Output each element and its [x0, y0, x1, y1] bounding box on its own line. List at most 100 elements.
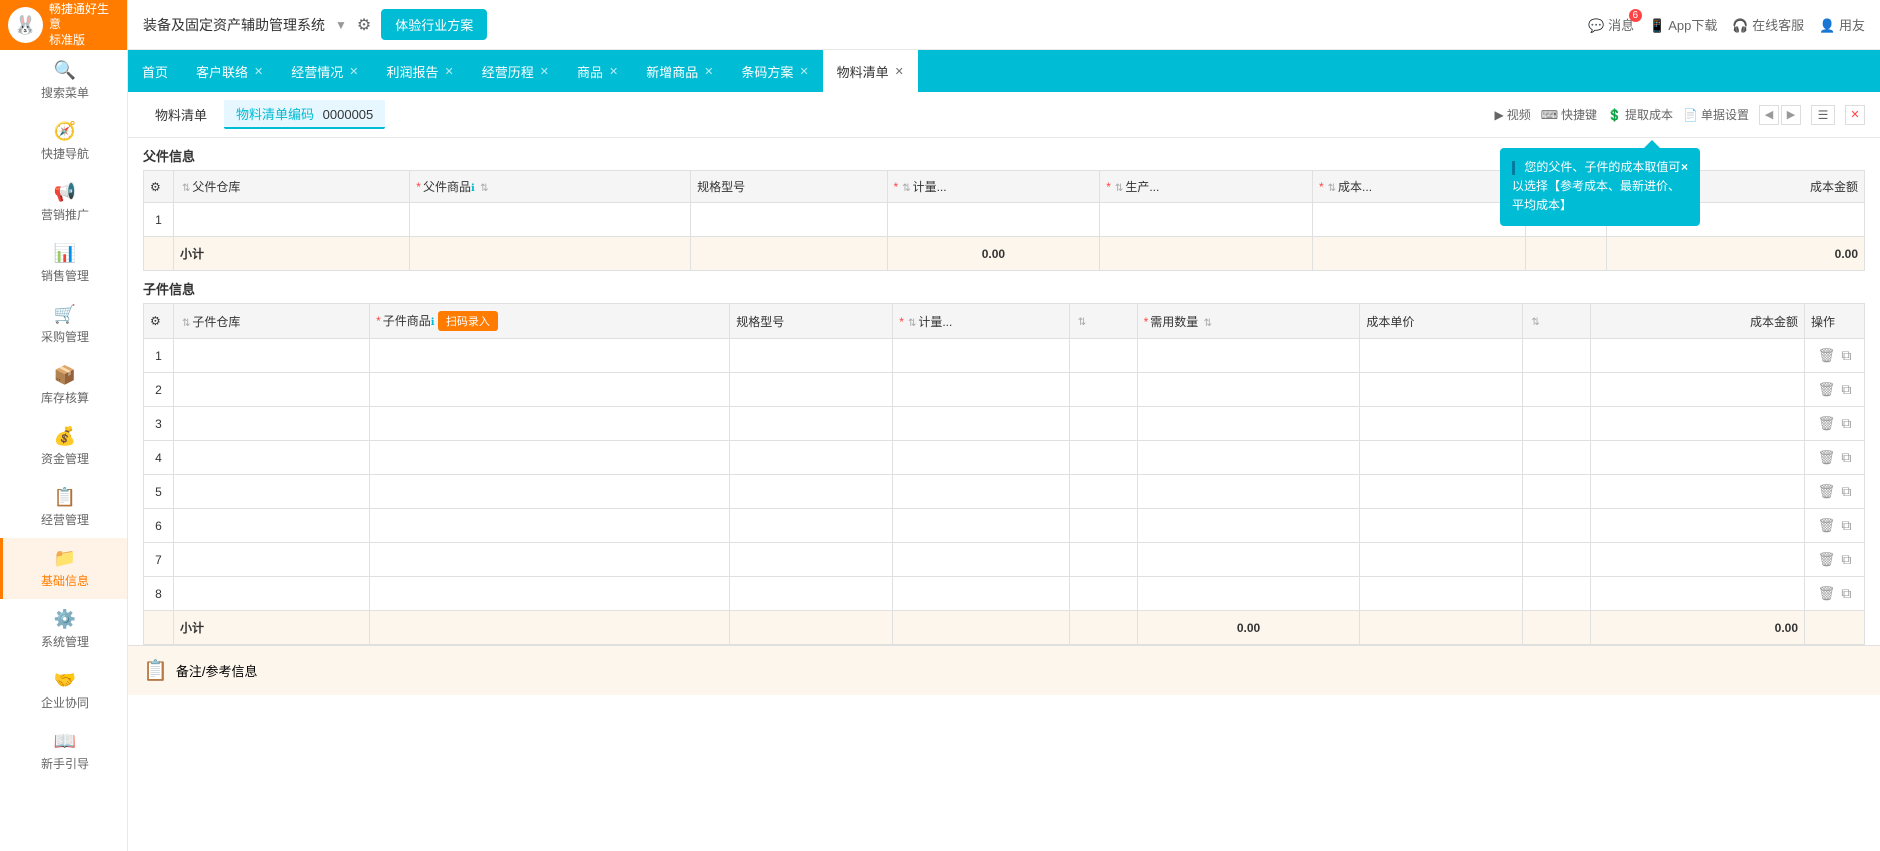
sidebar-item-basic[interactable]: 📁基础信息 — [0, 538, 127, 599]
delete-icon-2[interactable]: 🗑 — [1818, 381, 1836, 398]
child-row-5-warehouse[interactable] — [174, 475, 370, 509]
sidebar-item-inventory[interactable]: 📦库存核算 — [0, 355, 127, 416]
delete-icon-4[interactable]: 🗑 — [1818, 449, 1836, 466]
try-button[interactable]: 体验行业方案 — [381, 9, 487, 40]
child-row-2-qty[interactable] — [1137, 373, 1360, 407]
child-row-2-unit-cost[interactable] — [1360, 373, 1523, 407]
child-row-6-goods[interactable] — [370, 509, 730, 543]
child-row-6-qty[interactable] — [1137, 509, 1360, 543]
child-row-3-qty[interactable] — [1137, 407, 1360, 441]
child-row-4-unit-cost[interactable] — [1360, 441, 1523, 475]
child-row-7-goods[interactable] — [370, 543, 730, 577]
delete-icon-8[interactable]: 🗑 — [1818, 585, 1836, 602]
child-row-7-warehouse[interactable] — [174, 543, 370, 577]
close-tab-operations[interactable]: ✕ — [349, 65, 358, 78]
child-row-1-spec[interactable] — [730, 339, 893, 373]
child-row-2-spec[interactable] — [730, 373, 893, 407]
close-tab-profit[interactable]: ✕ — [445, 65, 454, 78]
delete-icon-7[interactable]: 🗑 — [1818, 551, 1836, 568]
child-row-7-qty[interactable] — [1137, 543, 1360, 577]
child-row-5-goods[interactable] — [370, 475, 730, 509]
copy-icon-7[interactable]: ⧉ — [1841, 551, 1851, 568]
child-row-4-spec[interactable] — [730, 441, 893, 475]
child-row-6-warehouse[interactable] — [174, 509, 370, 543]
nav-tab-profit[interactable]: 利润报告✕ — [372, 50, 467, 92]
parent-row-1-warehouse[interactable] — [174, 203, 410, 237]
child-row-6-unit[interactable] — [893, 509, 1070, 543]
parent-row-1-spec[interactable] — [691, 203, 887, 237]
child-row-8-warehouse[interactable] — [174, 577, 370, 611]
parent-row-1-cost[interactable] — [1312, 203, 1525, 237]
messages-btn[interactable]: 💬 6 消息 — [1588, 15, 1634, 34]
close-tab-customers[interactable]: ✕ — [254, 65, 263, 78]
child-row-5-qty[interactable] — [1137, 475, 1360, 509]
copy-icon-2[interactable]: ⧉ — [1841, 381, 1851, 398]
copy-icon-8[interactable]: ⧉ — [1841, 585, 1851, 602]
child-row-2-warehouse[interactable] — [174, 373, 370, 407]
nav-tab-barcode[interactable]: 条码方案✕ — [727, 50, 822, 92]
prev-arrow[interactable]: ◀ — [1759, 105, 1779, 125]
child-row-4-goods[interactable] — [370, 441, 730, 475]
parent-row-1-goods[interactable] — [410, 203, 691, 237]
child-settings-gear-icon[interactable]: ⚙ — [150, 314, 161, 328]
close-tab-history[interactable]: ✕ — [540, 65, 549, 78]
close-tab-btn[interactable]: ✕ — [1845, 105, 1865, 125]
child-row-5-unit-cost[interactable] — [1360, 475, 1523, 509]
shortcut-btn[interactable]: ⌨ 快捷键 — [1541, 106, 1597, 123]
parent-row-1-unit[interactable] — [887, 203, 1100, 237]
child-row-3-unit-cost[interactable] — [1360, 407, 1523, 441]
delete-icon-5[interactable]: 🗑 — [1818, 483, 1836, 500]
delete-icon-3[interactable]: 🗑 — [1818, 415, 1836, 432]
online-service-btn[interactable]: 🎧 在线客服 — [1732, 15, 1804, 34]
close-tab-new-goods[interactable]: ✕ — [704, 65, 713, 78]
child-row-3-goods[interactable] — [370, 407, 730, 441]
delete-icon-1[interactable]: 🗑 — [1818, 347, 1836, 364]
child-row-2-unit[interactable] — [893, 373, 1070, 407]
child-row-7-unit[interactable] — [893, 543, 1070, 577]
child-row-3-spec[interactable] — [730, 407, 893, 441]
sidebar-item-operations[interactable]: 📋经营管理 — [0, 477, 127, 538]
copy-icon-4[interactable]: ⧉ — [1841, 449, 1851, 466]
child-row-3-unit[interactable] — [893, 407, 1070, 441]
close-tab-goods[interactable]: ✕ — [609, 65, 618, 78]
child-row-2-goods[interactable] — [370, 373, 730, 407]
child-row-7-unit-cost[interactable] — [1360, 543, 1523, 577]
copy-icon-1[interactable]: ⧉ — [1841, 347, 1851, 364]
sidebar-item-quick-nav[interactable]: 🧭快捷导航 — [0, 111, 127, 172]
sidebar-item-sales[interactable]: 📊销售管理 — [0, 233, 127, 294]
app-download-btn[interactable]: 📱 App下载 — [1649, 15, 1717, 34]
single-settings-btn[interactable]: 📄 单据设置 — [1683, 106, 1749, 123]
child-row-5-spec[interactable] — [730, 475, 893, 509]
sidebar-item-marketing[interactable]: 📢营销推广 — [0, 172, 127, 233]
sidebar-item-system[interactable]: ⚙️系统管理 — [0, 599, 127, 660]
child-row-3-warehouse[interactable] — [174, 407, 370, 441]
child-row-1-qty[interactable] — [1137, 339, 1360, 373]
child-row-4-qty[interactable] — [1137, 441, 1360, 475]
child-row-1-goods[interactable] — [370, 339, 730, 373]
tab-bom-code[interactable]: 物料清单编码 0000005 — [224, 100, 385, 129]
next-arrow[interactable]: ▶ — [1781, 105, 1801, 125]
system-dropdown-icon[interactable]: ▼ — [335, 18, 347, 32]
sidebar-item-guide[interactable]: 📖新手引导 — [0, 721, 127, 782]
view-btn[interactable]: ▶ 视频 — [1494, 106, 1530, 123]
sidebar-item-search[interactable]: 🔍搜索菜单 — [0, 50, 127, 111]
close-tab-barcode[interactable]: ✕ — [799, 65, 808, 78]
delete-icon-6[interactable]: 🗑 — [1818, 517, 1836, 534]
child-row-8-qty[interactable] — [1137, 577, 1360, 611]
user-avatar[interactable]: 👤 用友 — [1819, 15, 1865, 34]
child-row-8-unit[interactable] — [893, 577, 1070, 611]
child-row-8-goods[interactable] — [370, 577, 730, 611]
child-row-8-spec[interactable] — [730, 577, 893, 611]
child-row-5-unit[interactable] — [893, 475, 1070, 509]
child-row-4-warehouse[interactable] — [174, 441, 370, 475]
menu-view-btn[interactable]: ☰ — [1811, 105, 1835, 125]
cost-btn[interactable]: 💲 提取成本 — [1607, 106, 1673, 123]
scan-button[interactable]: 扫码录入 — [438, 311, 498, 331]
nav-tab-home[interactable]: 首页 — [128, 50, 182, 92]
nav-tab-goods[interactable]: 商品✕ — [563, 50, 632, 92]
child-row-1-unit-cost[interactable] — [1360, 339, 1523, 373]
settings-icon[interactable]: ⚙ — [357, 15, 371, 35]
child-row-7-spec[interactable] — [730, 543, 893, 577]
parent-row-1-production[interactable] — [1100, 203, 1313, 237]
nav-tab-customers[interactable]: 客户联络✕ — [182, 50, 277, 92]
